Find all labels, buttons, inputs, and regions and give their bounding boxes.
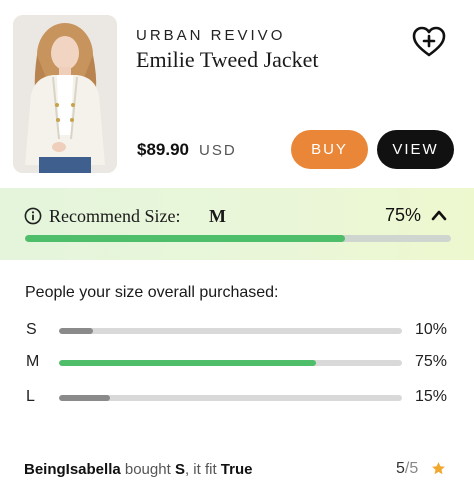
size-percent: 75% (415, 353, 448, 370)
size-bar-fill (59, 328, 94, 334)
recommend-progress-track (25, 235, 451, 242)
recommend-label: Recommend Size: (49, 206, 181, 226)
reviewer-name[interactable]: BeingIsabella (24, 461, 121, 478)
product-card: URBAN REVIVO Emilie Tweed Jacket $89.90 … (0, 0, 474, 188)
info-icon (24, 207, 42, 225)
rating-value: 5 (396, 460, 405, 477)
recommended-size: M (209, 206, 226, 226)
review-rating: 5/5 (396, 460, 418, 478)
size-bar-track (59, 360, 402, 366)
rating-max: /5 (404, 460, 419, 477)
size-row-l: L 15% (0, 388, 474, 408)
size-percent: 15% (415, 388, 448, 405)
review-fit-value: True (220, 461, 253, 478)
review-size: S (174, 461, 185, 478)
product-brand: URBAN REVIVO (136, 27, 286, 44)
review-fit-text: , it fit (184, 461, 217, 478)
size-label: M (26, 353, 40, 370)
recommend-percent: 75% (385, 205, 422, 225)
size-bar-fill (59, 395, 111, 401)
chevron-up-icon[interactable] (431, 208, 447, 222)
recommend-size-panel[interactable]: Recommend Size: M 75% (0, 188, 474, 260)
size-row-m: M 75% (0, 353, 474, 373)
size-percent: 10% (415, 321, 448, 338)
wishlist-button[interactable] (412, 26, 446, 58)
view-button[interactable]: VIEW (377, 130, 454, 169)
size-label: S (26, 321, 37, 338)
size-bar-fill (59, 360, 317, 366)
product-image[interactable] (13, 15, 117, 173)
product-price: $89.90 (137, 140, 189, 159)
review-bought-text: bought (124, 461, 171, 478)
recommend-progress-fill (25, 235, 345, 242)
size-bar-track (59, 328, 402, 334)
product-photo (13, 15, 117, 173)
size-label: L (26, 388, 35, 405)
product-title[interactable]: Emilie Tweed Jacket (136, 47, 319, 73)
size-row-s: S 10% (0, 321, 474, 341)
price-currency: USD (199, 142, 237, 159)
review-summary: BeingIsabella bought S, it fit True (24, 461, 252, 478)
heart-plus-icon (412, 26, 446, 57)
distribution-title: People your size overall purchased: (25, 284, 279, 301)
star-icon (432, 462, 445, 475)
buy-button[interactable]: BUY (291, 130, 368, 169)
size-bar-track (59, 395, 402, 401)
